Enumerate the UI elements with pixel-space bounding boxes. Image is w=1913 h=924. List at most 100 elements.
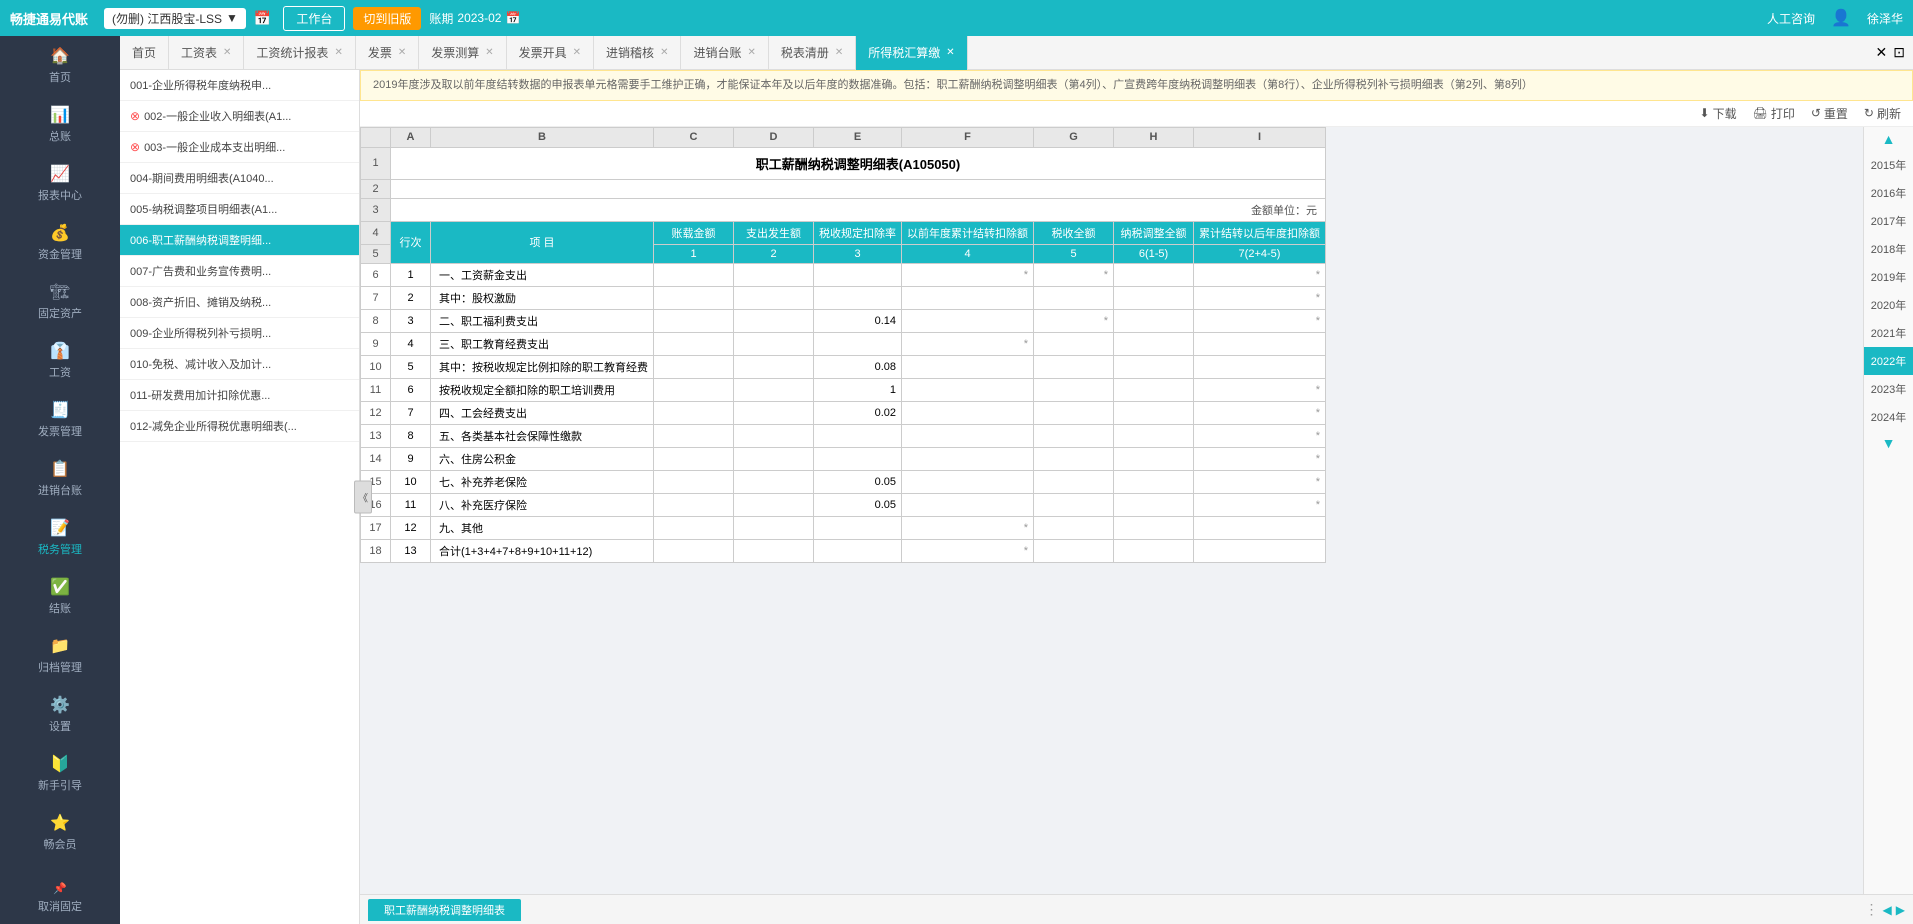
seq-cell[interactable]: 3	[391, 309, 431, 332]
tab-invoice[interactable]: 发票 ✕	[356, 36, 419, 70]
c-cell[interactable]	[654, 539, 734, 562]
refresh-button[interactable]: ↻ 刷新	[1864, 105, 1901, 122]
h-cell[interactable]	[1114, 493, 1194, 516]
year-up-arrow[interactable]: ▲	[1864, 127, 1913, 151]
year-2021[interactable]: 2021年	[1864, 319, 1913, 347]
e-cell[interactable]	[814, 332, 902, 355]
scroll-left-icon[interactable]: ◀	[1883, 903, 1892, 917]
tab-home[interactable]: 首页	[120, 36, 169, 70]
c-cell[interactable]	[654, 493, 734, 516]
sidebar-item-payroll[interactable]: 👔 工资	[0, 331, 120, 390]
d-cell[interactable]	[734, 401, 814, 424]
d-cell[interactable]	[734, 332, 814, 355]
h-cell[interactable]	[1114, 286, 1194, 309]
tab-purchase-check[interactable]: 进销稽核 ✕	[594, 36, 681, 70]
i-cell[interactable]: *	[1194, 286, 1326, 309]
tab-expand-icon[interactable]: ⊡	[1893, 44, 1905, 61]
year-down-arrow[interactable]: ▼	[1864, 431, 1913, 455]
h-cell[interactable]	[1114, 401, 1194, 424]
list-item-003[interactable]: ⊗ 003-一般企业成本支出明细...	[120, 132, 359, 163]
f-cell[interactable]: *	[902, 516, 1034, 539]
sidebar-item-ledger[interactable]: 📊 总账	[0, 95, 120, 154]
collapse-button[interactable]: 《	[354, 481, 372, 514]
seq-cell[interactable]: 10	[391, 470, 431, 493]
tab-payroll-close[interactable]: ✕	[223, 47, 231, 58]
f-cell[interactable]	[902, 470, 1034, 493]
g-cell[interactable]	[1034, 355, 1114, 378]
e-cell[interactable]	[814, 424, 902, 447]
calendar-period-icon[interactable]: 📅	[505, 11, 520, 25]
tab-payroll-stat[interactable]: 工资统计报表 ✕	[244, 36, 355, 70]
tab-income-tax[interactable]: 所得税汇算缴 ✕	[856, 36, 967, 70]
tab-payroll-stat-close[interactable]: ✕	[334, 47, 342, 58]
tab-close-all-icon[interactable]: ✕	[1876, 44, 1888, 61]
e-cell[interactable]: 0.08	[814, 355, 902, 378]
e-cell[interactable]: 0.05	[814, 470, 902, 493]
i-cell[interactable]	[1194, 355, 1326, 378]
h-cell[interactable]	[1114, 332, 1194, 355]
c-cell[interactable]	[654, 401, 734, 424]
tab-tax-clearance-close[interactable]: ✕	[835, 47, 843, 58]
g-cell[interactable]	[1034, 447, 1114, 470]
list-item-011[interactable]: 011-研发费用加计扣除优惠...	[120, 380, 359, 411]
year-2019[interactable]: 2019年	[1864, 263, 1913, 291]
seq-cell[interactable]: 6	[391, 378, 431, 401]
c-cell[interactable]	[654, 516, 734, 539]
c-cell[interactable]	[654, 424, 734, 447]
c-cell[interactable]	[654, 470, 734, 493]
d-cell[interactable]	[734, 493, 814, 516]
sidebar-item-sales[interactable]: 📋 进销台账	[0, 449, 120, 508]
sidebar-item-assets[interactable]: 💰 资金管理	[0, 213, 120, 272]
d-cell[interactable]	[734, 447, 814, 470]
year-2023[interactable]: 2023年	[1864, 375, 1913, 403]
i-cell[interactable]: *	[1194, 470, 1326, 493]
download-button[interactable]: ⬇ 下载	[1700, 105, 1737, 122]
scroll-right-icon[interactable]: ▶	[1896, 903, 1905, 917]
g-cell[interactable]	[1034, 539, 1114, 562]
sidebar-item-settings[interactable]: ⚙️ 设置	[0, 685, 120, 744]
i-cell[interactable]	[1194, 516, 1326, 539]
g-cell[interactable]	[1034, 378, 1114, 401]
tab-invoice-open-close[interactable]: ✕	[573, 47, 581, 58]
year-2015[interactable]: 2015年	[1864, 151, 1913, 179]
tab-invoice-open[interactable]: 发票开具 ✕	[507, 36, 594, 70]
c-cell[interactable]	[654, 286, 734, 309]
g-cell[interactable]	[1034, 516, 1114, 539]
sidebar-item-invoice[interactable]: 🧾 发票管理	[0, 390, 120, 449]
d-cell[interactable]	[734, 539, 814, 562]
g-cell[interactable]: *	[1034, 263, 1114, 286]
g-cell[interactable]	[1034, 401, 1114, 424]
h-cell[interactable]	[1114, 355, 1194, 378]
seq-cell[interactable]: 2	[391, 286, 431, 309]
g-cell[interactable]: *	[1034, 309, 1114, 332]
switch-old-button[interactable]: 切到旧版	[353, 7, 421, 30]
sidebar-item-tax[interactable]: 📝 税务管理	[0, 508, 120, 567]
sidebar-item-fixed-assets[interactable]: 🏗 固定资产	[0, 272, 120, 331]
f-cell[interactable]	[902, 493, 1034, 516]
list-item-001[interactable]: 001-企业所得税年度纳税申...	[120, 70, 359, 101]
h-cell[interactable]	[1114, 309, 1194, 332]
e-cell[interactable]	[814, 263, 902, 286]
list-item-008[interactable]: 008-资产折旧、摊销及纳税...	[120, 287, 359, 318]
sidebar-item-member[interactable]: ⭐ 畅会员	[0, 803, 120, 862]
h-cell[interactable]	[1114, 378, 1194, 401]
e-cell[interactable]	[814, 516, 902, 539]
sidebar-item-guide[interactable]: 🔰 新手引导	[0, 744, 120, 803]
user-service-link[interactable]: 人工咨询	[1767, 10, 1815, 27]
sidebar-item-reports[interactable]: 📈 报表中心	[0, 154, 120, 213]
workbench-button[interactable]: 工作台	[283, 6, 345, 31]
tab-payroll[interactable]: 工资表 ✕	[169, 36, 244, 70]
e-cell[interactable]	[814, 447, 902, 470]
f-cell[interactable]	[902, 447, 1034, 470]
d-cell[interactable]	[734, 470, 814, 493]
seq-cell[interactable]: 7	[391, 401, 431, 424]
h-cell[interactable]	[1114, 447, 1194, 470]
g-cell[interactable]	[1034, 424, 1114, 447]
list-item-002[interactable]: ⊗ 002-一般企业收入明细表(A1...	[120, 101, 359, 132]
e-cell[interactable]	[814, 286, 902, 309]
seq-cell[interactable]: 4	[391, 332, 431, 355]
seq-cell[interactable]: 1	[391, 263, 431, 286]
f-cell[interactable]: *	[902, 539, 1034, 562]
i-cell[interactable]: *	[1194, 309, 1326, 332]
i-cell[interactable]	[1194, 332, 1326, 355]
